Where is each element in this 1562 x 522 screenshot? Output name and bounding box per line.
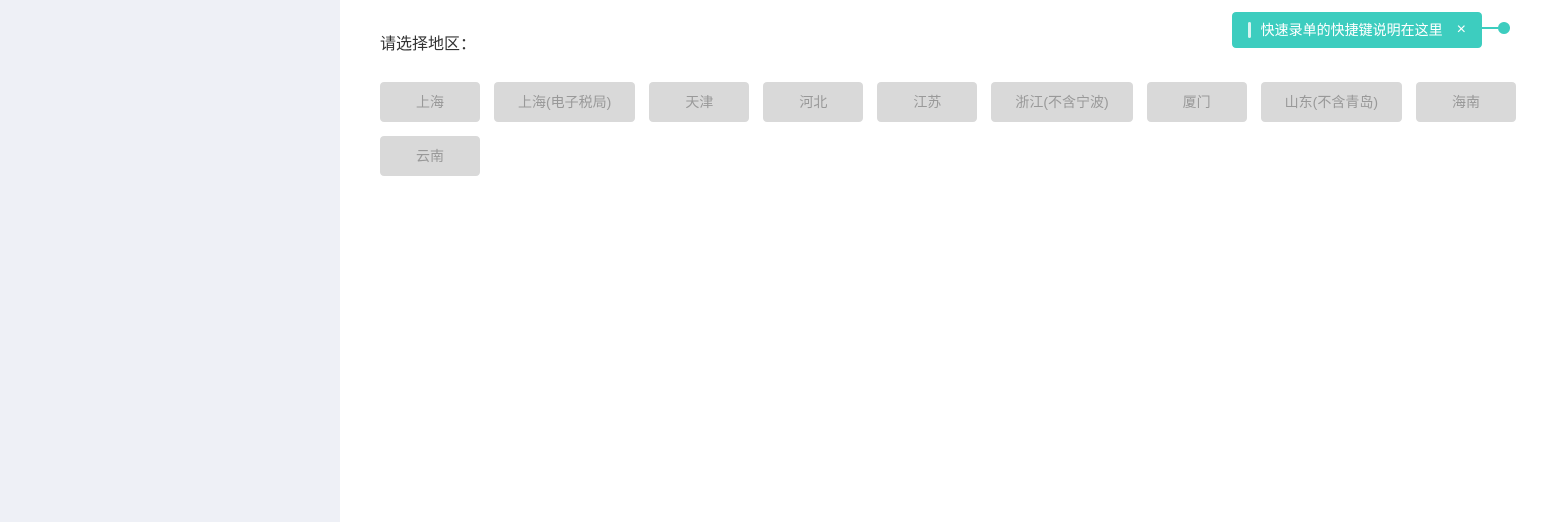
region-buttons-container: 上海上海(电子税局) 天津河北江苏浙江(不含宁波) 厦门山东(不含青岛) 海南云南 bbox=[380, 82, 1522, 176]
tooltip-connector-line bbox=[1480, 27, 1498, 29]
left-sidebar bbox=[0, 0, 340, 522]
region-button-tianjin[interactable]: 天津 bbox=[649, 82, 749, 122]
bar-accent bbox=[1248, 22, 1251, 38]
tooltip-bar: 快速录单的快捷键说明在这里 × bbox=[1232, 12, 1482, 48]
region-button-hebei[interactable]: 河北 bbox=[763, 82, 863, 122]
region-button-jiangsu[interactable]: 江苏 bbox=[877, 82, 977, 122]
tooltip-label: 快速录单的快捷键说明在这里 bbox=[1261, 20, 1443, 40]
tooltip-close-button[interactable]: × bbox=[1457, 22, 1466, 38]
region-button-shanghai-etax[interactable]: 上海(电子税局) bbox=[494, 82, 635, 122]
tooltip-dot-indicator bbox=[1498, 22, 1510, 34]
region-button-hainan[interactable]: 海南 bbox=[1416, 82, 1516, 122]
region-button-xiamen[interactable]: 厦门 bbox=[1147, 82, 1247, 122]
region-button-zhejiang[interactable]: 浙江(不含宁波) bbox=[991, 82, 1132, 122]
region-button-shanghai[interactable]: 上海 bbox=[380, 82, 480, 122]
region-button-yunnan[interactable]: 云南 bbox=[380, 136, 480, 176]
main-content: 请选择地区： 上海上海(电子税局)天津河北江苏浙江(不含宁波)厦门山东(不含青岛… bbox=[340, 0, 1562, 522]
region-button-shandong[interactable]: 山东(不含青岛) bbox=[1261, 82, 1402, 122]
